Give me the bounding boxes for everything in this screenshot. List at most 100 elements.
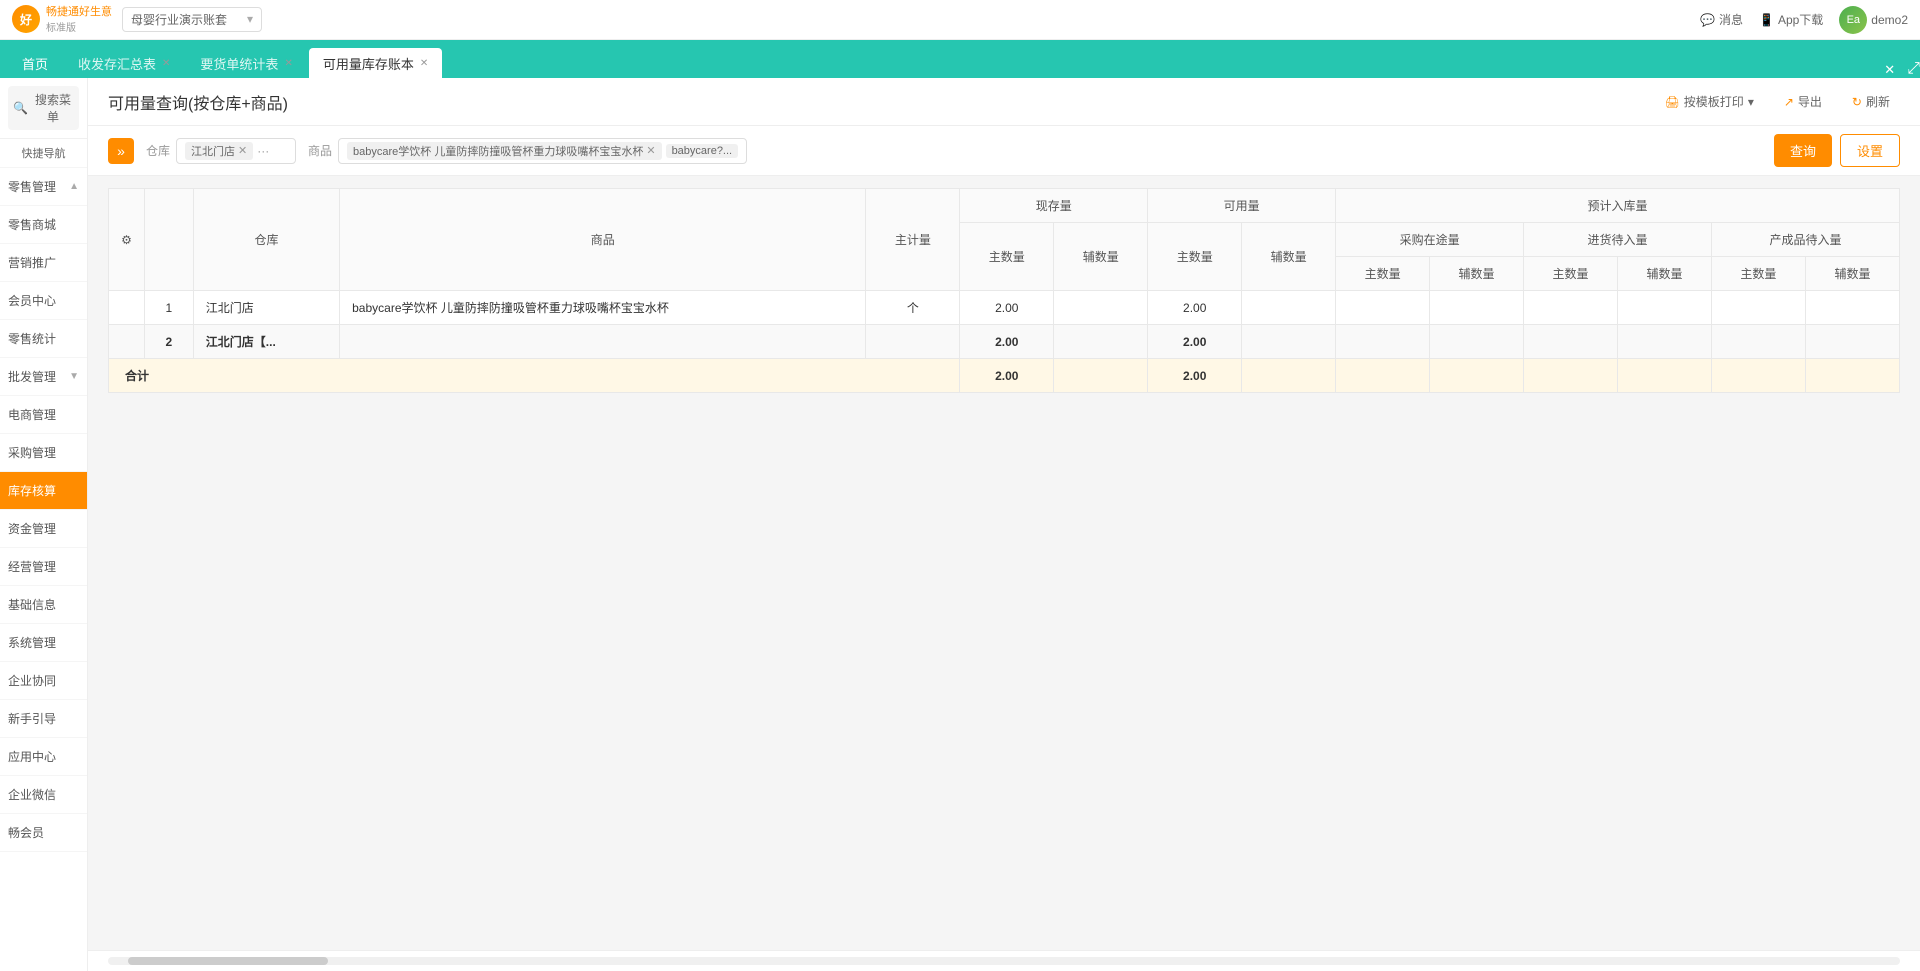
filter-toggle-btn[interactable]: » bbox=[108, 138, 134, 164]
tab-available-ledger-close[interactable]: ✕ bbox=[420, 58, 428, 69]
summary-avail-main: 2.00 bbox=[1148, 359, 1242, 393]
industry-label: 母婴行业演示账套 bbox=[131, 11, 227, 28]
row1-inc-main bbox=[1524, 291, 1618, 325]
logo-text: 畅捷通好生意 bbox=[46, 5, 112, 19]
row2-prod-aux bbox=[1805, 325, 1899, 359]
filter-actions: 查询 设置 bbox=[1774, 134, 1900, 167]
sidebar-item-operations[interactable]: 经营管理 bbox=[0, 548, 87, 586]
warehouse-tag-remove[interactable]: ✕ bbox=[238, 144, 247, 157]
sidebar-item-inventory[interactable]: 库存核算 bbox=[0, 472, 87, 510]
close-all-icon: ✕ bbox=[1884, 62, 1895, 78]
tab-available-ledger[interactable]: 可用量库存账本 ✕ bbox=[309, 48, 442, 78]
page-actions: 🖨 按模板打印 ▾ ↗ 导出 ↻ 刷新 bbox=[1655, 88, 1900, 115]
page-header: 可用量查询(按仓库+商品) 🖨 按模板打印 ▾ ↗ 导出 ↻ 刷新 bbox=[88, 78, 1920, 126]
logo-sub: 标准版 bbox=[46, 19, 112, 34]
search-icon: 🔍 bbox=[13, 101, 28, 115]
summary-avail-aux bbox=[1242, 359, 1336, 393]
nav-tabs: 首页 收发存汇总表 ✕ 要货单统计表 ✕ 可用量库存账本 ✕ ✕ ⤢ bbox=[0, 40, 1920, 78]
download-btn[interactable]: 📱 App下载 bbox=[1759, 11, 1823, 28]
sidebar-item-purchase[interactable]: 采购管理 bbox=[0, 434, 87, 472]
sidebar-item-retail-mall[interactable]: 零售商城 bbox=[0, 206, 87, 244]
tab-order-stats-close[interactable]: ✕ bbox=[284, 58, 292, 69]
sidebar-item-finance[interactable]: 资金管理 bbox=[0, 510, 87, 548]
page-title: 可用量查询(按仓库+商品) bbox=[108, 90, 288, 114]
row1-pur-aux bbox=[1430, 291, 1524, 325]
row1-product: babycare学饮杯 儿童防摔防撞吸管杯重力球吸嘴杯宝宝水杯 bbox=[340, 291, 866, 325]
row2-inc-aux bbox=[1617, 325, 1711, 359]
th-warehouse: 仓库 bbox=[193, 189, 339, 291]
print-label: 按模板打印 bbox=[1684, 93, 1744, 110]
refresh-btn[interactable]: ↻ 刷新 bbox=[1842, 88, 1900, 115]
sidebar-item-guide[interactable]: 新手引导 bbox=[0, 700, 87, 738]
row1-avail-aux bbox=[1242, 291, 1336, 325]
sidebar-item-label: 应用中心 bbox=[8, 748, 56, 765]
tab-receipt-summary-close[interactable]: ✕ bbox=[162, 58, 170, 69]
sidebar-item-wholesale-mgmt[interactable]: 批发管理 ▼ bbox=[0, 358, 87, 396]
warehouse-tag-container[interactable]: 江北门店 ✕ ··· bbox=[176, 138, 296, 164]
th-settings[interactable]: ⚙ bbox=[109, 189, 145, 291]
sidebar-item-member[interactable]: 会员中心 bbox=[0, 282, 87, 320]
sidebar-item-retail-stats[interactable]: 零售统计 bbox=[0, 320, 87, 358]
sidebar: 🔍 搜索菜单 快捷导航 零售管理 ▲ 零售商城 营销推广 会员中心 零售统计 批… bbox=[0, 78, 88, 971]
sidebar-search: 🔍 搜索菜单 bbox=[0, 78, 87, 139]
tab-home-label: 首页 bbox=[22, 54, 48, 73]
sidebar-item-label: 零售统计 bbox=[8, 330, 56, 347]
expand-btn[interactable]: ⤢ bbox=[1907, 60, 1920, 78]
th-seq bbox=[145, 189, 194, 291]
tab-available-ledger-label: 可用量库存账本 bbox=[323, 54, 414, 73]
query-btn[interactable]: 查询 bbox=[1774, 134, 1832, 167]
warehouse-label: 仓库 bbox=[146, 142, 170, 159]
sidebar-item-vip[interactable]: 畅会员 bbox=[0, 814, 87, 852]
row1-inc-aux bbox=[1617, 291, 1711, 325]
table-row: 1 江北门店 babycare学饮杯 儿童防摔防撞吸管杯重力球吸嘴杯宝宝水杯 个… bbox=[109, 291, 1900, 325]
sidebar-item-wechat[interactable]: 企业微信 bbox=[0, 776, 87, 814]
sidebar-item-label: 批发管理 bbox=[8, 368, 56, 385]
product-tag-1-remove[interactable]: ✕ bbox=[646, 144, 655, 157]
industry-selector[interactable]: 母婴行业演示账套 ▾ bbox=[122, 7, 262, 32]
sidebar-item-label: 库存核算 bbox=[8, 482, 56, 499]
filter-more-dots[interactable]: ··· bbox=[257, 144, 269, 158]
tab-home[interactable]: 首页 bbox=[8, 48, 62, 78]
warehouse-tag-value: 江北门店 bbox=[191, 143, 235, 159]
product-tag-container[interactable]: babycare学饮杯 儿童防摔防撞吸管杯重力球吸嘴杯宝宝水杯 ✕ babyca… bbox=[338, 138, 747, 164]
sidebar-item-basics[interactable]: 基础信息 bbox=[0, 586, 87, 624]
message-btn[interactable]: 💬 消息 bbox=[1700, 11, 1743, 28]
row1-warehouse: 江北门店 bbox=[193, 291, 339, 325]
sidebar-item-retail-mgmt[interactable]: 零售管理 ▲ bbox=[0, 168, 87, 206]
sidebar-item-enterprise[interactable]: 企业协同 bbox=[0, 662, 87, 700]
export-btn[interactable]: ↗ 导出 bbox=[1774, 88, 1832, 115]
content-area: 可用量查询(按仓库+商品) 🖨 按模板打印 ▾ ↗ 导出 ↻ 刷新 bbox=[88, 78, 1920, 971]
summary-stock-aux bbox=[1054, 359, 1148, 393]
product-tag-1-value: babycare学饮杯 儿童防摔防撞吸管杯重力球吸嘴杯宝宝水杯 bbox=[353, 143, 643, 159]
product-label: 商品 bbox=[308, 142, 332, 159]
row2-stock-aux bbox=[1054, 325, 1148, 359]
row1-stock-aux bbox=[1054, 291, 1148, 325]
sidebar-item-system[interactable]: 系统管理 bbox=[0, 624, 87, 662]
quick-nav-btn[interactable]: 快捷导航 bbox=[0, 139, 87, 168]
top-bar-left: 好 畅捷通好生意 标准版 母婴行业演示账套 ▾ bbox=[12, 5, 262, 34]
settings-btn[interactable]: 设置 bbox=[1840, 134, 1900, 167]
tab-receipt-summary[interactable]: 收发存汇总表 ✕ bbox=[64, 48, 184, 78]
table-footer bbox=[88, 950, 1920, 971]
table-container: ⚙ 仓库 商品 主计量 现存量 可用量 预计入库量 主数量 辅数量 主数量 辅数… bbox=[88, 176, 1920, 950]
sidebar-item-ecommerce[interactable]: 电商管理 bbox=[0, 396, 87, 434]
sidebar-item-label: 企业微信 bbox=[8, 786, 56, 803]
sidebar-item-label: 经营管理 bbox=[8, 558, 56, 575]
th-stock-main: 主数量 bbox=[960, 223, 1054, 291]
sidebar-item-label: 零售管理 bbox=[8, 178, 56, 195]
sidebar-item-app-center[interactable]: 应用中心 bbox=[0, 738, 87, 776]
tab-order-stats[interactable]: 要货单统计表 ✕ bbox=[186, 48, 306, 78]
print-btn[interactable]: 🖨 按模板打印 ▾ bbox=[1655, 88, 1764, 115]
scrollbar-thumb[interactable] bbox=[128, 957, 328, 965]
search-menu-btn[interactable]: 🔍 搜索菜单 bbox=[8, 86, 79, 130]
message-label: 消息 bbox=[1719, 11, 1743, 28]
logo-icon: 好 bbox=[12, 5, 40, 33]
user-avatar-area[interactable]: Ea demo2 bbox=[1839, 6, 1908, 34]
download-icon: 📱 bbox=[1759, 13, 1774, 27]
horizontal-scrollbar[interactable] bbox=[108, 957, 1900, 965]
close-all-tabs[interactable]: ✕ bbox=[1884, 62, 1895, 78]
summary-inc-main bbox=[1524, 359, 1618, 393]
summary-pur-main bbox=[1336, 359, 1430, 393]
main-layout: 🔍 搜索菜单 快捷导航 零售管理 ▲ 零售商城 营销推广 会员中心 零售统计 批… bbox=[0, 78, 1920, 971]
sidebar-item-marketing[interactable]: 营销推广 bbox=[0, 244, 87, 282]
